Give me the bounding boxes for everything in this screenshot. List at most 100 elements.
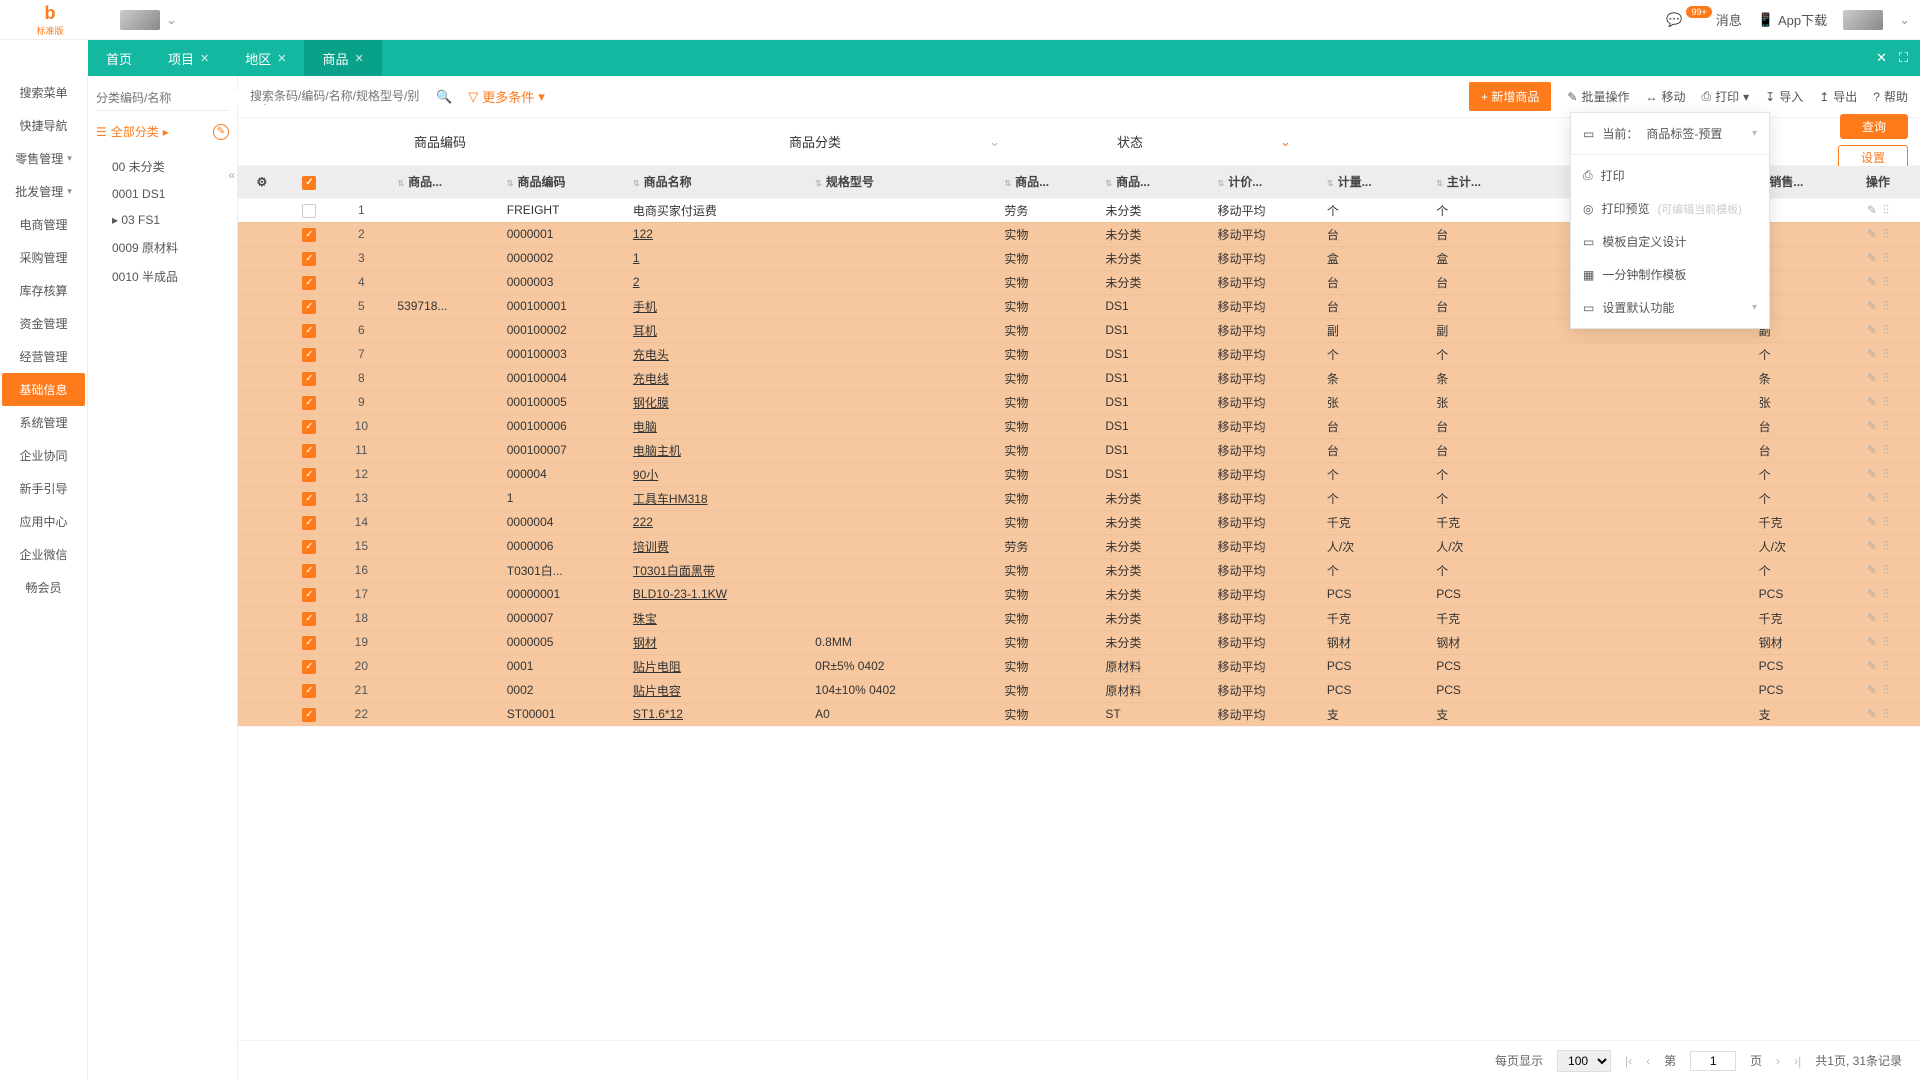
cell-name[interactable]: 122 [625, 222, 807, 246]
cell-cb[interactable]: ✓ [286, 558, 334, 582]
sidebar-item-8[interactable]: 经营管理 [0, 340, 87, 373]
edit-icon[interactable]: ✎ [1867, 347, 1877, 361]
more-icon[interactable]: ⫶⫶ [1883, 347, 1889, 361]
row-checkbox[interactable]: ✓ [302, 324, 316, 338]
table-row[interactable]: ✓190000005钢材0.8MM实物未分类移动平均钢材钢材钢材✎⫶⫶ [238, 630, 1920, 654]
edit-icon[interactable]: ✎ [1867, 227, 1877, 241]
col-cb[interactable]: ✓ [286, 166, 334, 198]
sort-icon[interactable]: ⇅ [1218, 179, 1225, 188]
row-checkbox[interactable]: ✓ [302, 708, 316, 722]
filter-status[interactable]: 状态 [1000, 132, 1260, 151]
sidebar-item-4[interactable]: 电商管理 [0, 208, 87, 241]
cell-cb[interactable]: ✓ [286, 678, 334, 702]
row-checkbox[interactable]: ✓ [302, 228, 316, 242]
tool-link-4[interactable]: ↥导出 [1819, 88, 1857, 105]
row-checkbox[interactable]: ✓ [302, 588, 316, 602]
tool-link-2[interactable]: ⎙打印▾ [1701, 88, 1749, 105]
edit-icon[interactable]: ✎ [1867, 323, 1877, 337]
more-icon[interactable]: ⫶⫶ [1883, 467, 1889, 481]
table-row[interactable]: ✓131工具车HM318实物未分类移动平均个个个✎⫶⫶ [238, 486, 1920, 510]
edit-tree-icon[interactable]: ✎ [213, 124, 229, 140]
table-row[interactable]: ✓22ST00001ST1.6*12A0实物ST移动平均支支支✎⫶⫶ [238, 702, 1920, 726]
tab-0[interactable]: 首页 [88, 40, 150, 76]
more-icon[interactable]: ⫶⫶ [1883, 683, 1889, 697]
tab-2[interactable]: 地区✕ [227, 40, 304, 76]
cell-cb[interactable]: ✓ [286, 582, 334, 606]
cell-name[interactable]: 手机 [625, 294, 807, 318]
tree-node-2[interactable]: ▸ 03 FS1 [96, 207, 229, 233]
row-checkbox[interactable]: ✓ [302, 372, 316, 386]
cell-cb[interactable]: ✓ [286, 342, 334, 366]
sort-icon[interactable]: ⇅ [397, 179, 404, 188]
cell-cb[interactable]: ✓ [286, 246, 334, 270]
more-icon[interactable]: ⫶⫶ [1883, 299, 1889, 313]
row-checkbox[interactable]: ✓ [302, 492, 316, 506]
edit-icon[interactable]: ✎ [1867, 467, 1877, 481]
cell-cb[interactable]: ✓ [286, 414, 334, 438]
more-icon[interactable]: ⫶⫶ [1883, 371, 1889, 385]
user-avatar[interactable] [1843, 10, 1883, 30]
tree-node-1[interactable]: 0001 DS1 [96, 181, 229, 207]
edit-icon[interactable]: ✎ [1867, 659, 1877, 673]
edit-icon[interactable]: ✎ [1867, 419, 1877, 433]
cell-cb[interactable]: ✓ [286, 294, 334, 318]
row-checkbox[interactable]: ✓ [302, 612, 316, 626]
cell-cb[interactable]: ✓ [286, 486, 334, 510]
col-name[interactable]: ⇅商品名称 [625, 166, 807, 198]
more-icon[interactable]: ⫶⫶ [1883, 251, 1889, 265]
gear-icon[interactable]: ⚙ [256, 175, 267, 189]
checkbox-all[interactable]: ✓ [302, 176, 316, 190]
more-icon[interactable]: ⫶⫶ [1883, 419, 1889, 433]
col-code0[interactable]: ⇅商品... [389, 166, 498, 198]
edit-icon[interactable]: ✎ [1867, 707, 1877, 721]
table-row[interactable]: ✓180000007珠宝实物未分类移动平均千克千克千克✎⫶⫶ [238, 606, 1920, 630]
edit-icon[interactable]: ✎ [1867, 203, 1877, 217]
cell-name[interactable]: 充电头 [625, 342, 807, 366]
sidebar-item-0[interactable]: 搜索菜单 [0, 76, 87, 109]
sidebar-item-11[interactable]: 企业协同 [0, 439, 87, 472]
row-checkbox[interactable]: ✓ [302, 444, 316, 458]
messages-link[interactable]: 💬 99+ 消息 [1666, 10, 1741, 29]
table-row[interactable]: ✓140000004222实物未分类移动平均千克千克千克✎⫶⫶ [238, 510, 1920, 534]
more-icon[interactable]: ⫶⫶ [1883, 203, 1889, 217]
filter-category[interactable]: 商品分类 ⌄ [630, 132, 1000, 151]
sort-icon[interactable]: ⇅ [1436, 179, 1443, 188]
more-icon[interactable]: ⫶⫶ [1883, 443, 1889, 457]
table-row[interactable]: ✓10000100006电脑实物DS1移动平均台台台✎⫶⫶ [238, 414, 1920, 438]
app-download-link[interactable]: 📱 App下载 [1758, 10, 1827, 29]
row-checkbox[interactable]: ✓ [302, 396, 316, 410]
table-row[interactable]: ✓16T0301白...T0301白面黑带实物未分类移动平均个个个✎⫶⫶ [238, 558, 1920, 582]
chevron-down-icon[interactable]: ⌄ [1899, 12, 1910, 28]
cell-name[interactable]: 贴片电阻 [625, 654, 807, 678]
sidebar-item-10[interactable]: 系统管理 [0, 406, 87, 439]
col-unit[interactable]: ⇅计量... [1319, 166, 1428, 198]
row-checkbox[interactable]: ✓ [302, 252, 316, 266]
sidebar-item-15[interactable]: 畅会员 [0, 571, 87, 604]
more-icon[interactable]: ⫶⫶ [1883, 275, 1889, 289]
tool-link-5[interactable]: ?帮助 [1873, 88, 1908, 105]
tree-root[interactable]: ☰ 全部分类 ▸ ✎ [96, 123, 229, 140]
print-popup-item-0[interactable]: ⎙打印 [1571, 159, 1769, 192]
sidebar-item-6[interactable]: 库存核算 [0, 274, 87, 307]
sidebar-item-5[interactable]: 采购管理 [0, 241, 87, 274]
tree-node-3[interactable]: 0009 原材料 [96, 233, 229, 262]
row-checkbox[interactable]: ✓ [302, 300, 316, 314]
sidebar-item-7[interactable]: 资金管理 [0, 307, 87, 340]
sort-icon[interactable]: ⇅ [1105, 179, 1112, 188]
cell-name[interactable]: 1 [625, 246, 807, 270]
more-icon[interactable]: ⫶⫶ [1883, 395, 1889, 409]
more-icon[interactable]: ⫶⫶ [1883, 539, 1889, 553]
sort-icon[interactable]: ⇅ [815, 179, 822, 188]
cell-name[interactable]: 钢材 [625, 630, 807, 654]
row-checkbox[interactable]: ✓ [302, 348, 316, 362]
page-prev-icon[interactable]: ‹ [1646, 1054, 1650, 1068]
more-icon[interactable]: ⫶⫶ [1883, 227, 1889, 241]
edit-icon[interactable]: ✎ [1867, 563, 1877, 577]
sidebar-item-3[interactable]: 批发管理 [0, 175, 87, 208]
cell-name[interactable]: 电脑主机 [625, 438, 807, 462]
more-icon[interactable]: ⫶⫶ [1883, 659, 1889, 673]
cell-cb[interactable]: ✓ [286, 198, 334, 222]
sidebar-item-14[interactable]: 企业微信 [0, 538, 87, 571]
page-next-icon[interactable]: › [1776, 1054, 1780, 1068]
more-icon[interactable]: ⫶⫶ [1883, 323, 1889, 337]
